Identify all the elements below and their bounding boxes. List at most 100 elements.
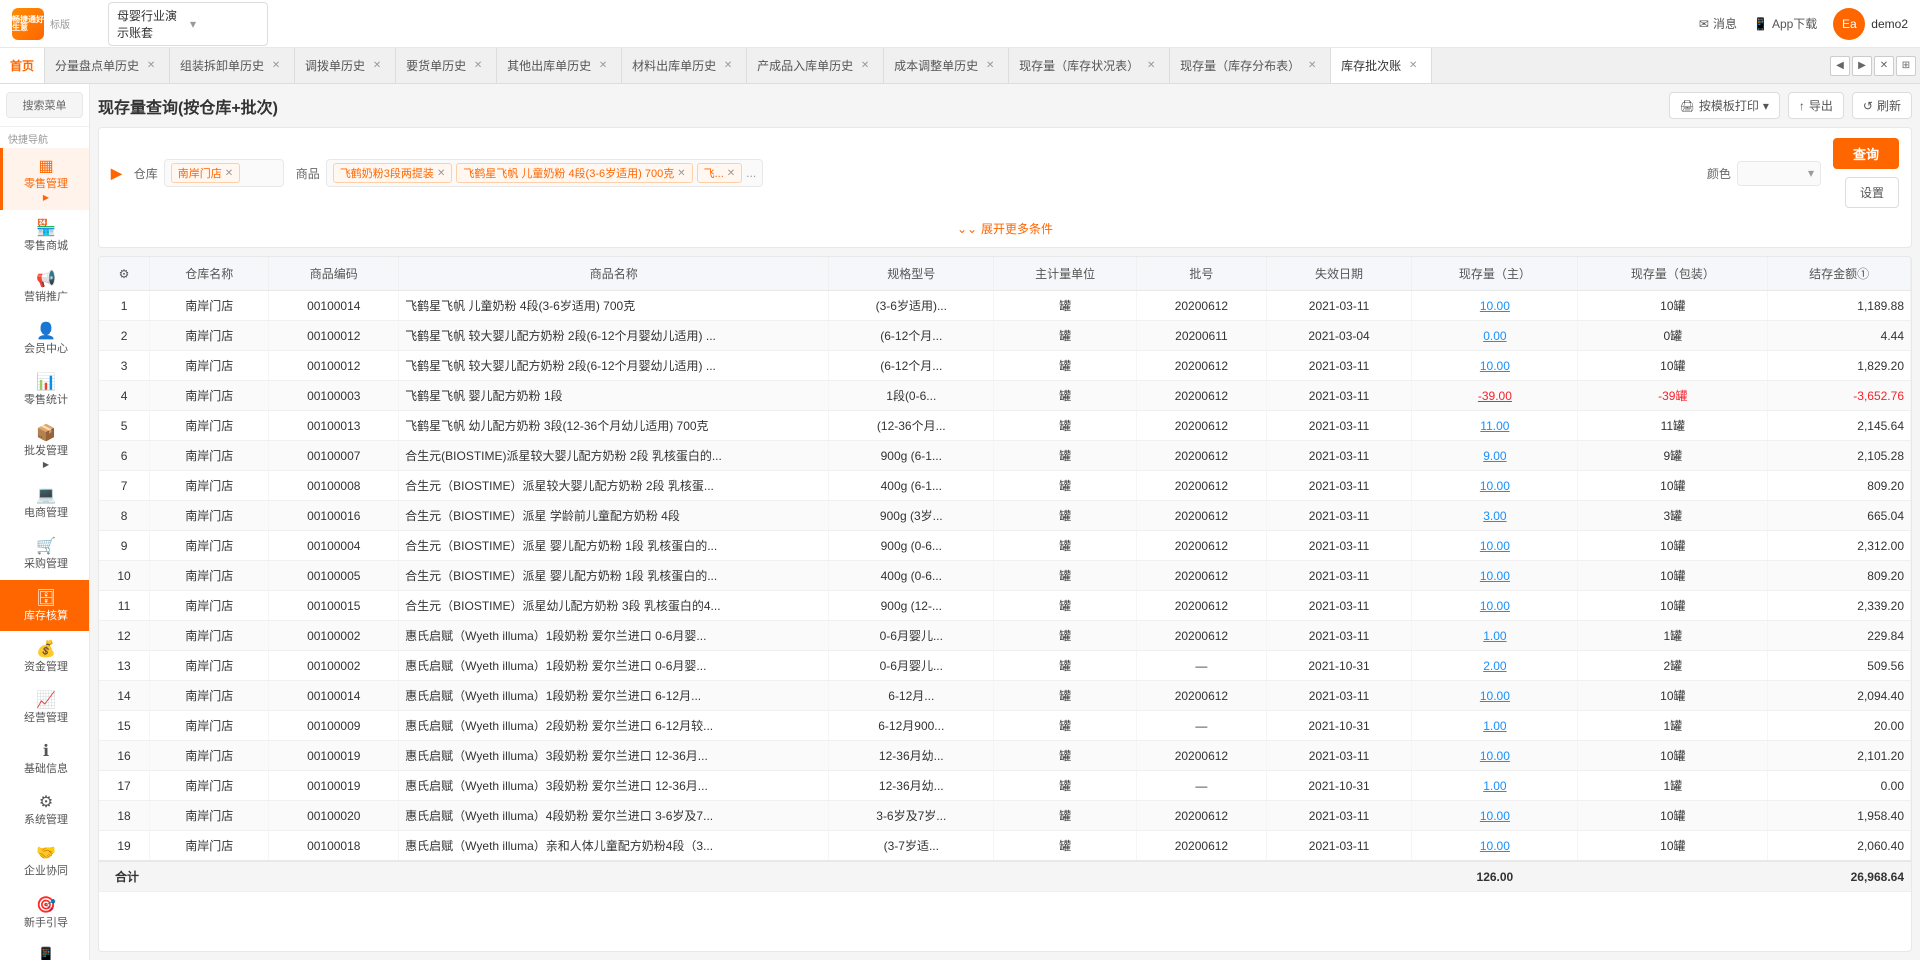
row-expire: 2021-03-11 (1266, 531, 1411, 561)
row-qty-main[interactable]: 10.00 (1412, 681, 1578, 711)
row-qty-pack: 10罐 (1578, 741, 1768, 771)
sidebar-item-system[interactable]: ⚙ 系统管理 (0, 784, 89, 835)
row-no: 18 (99, 801, 150, 831)
sidebar-item-cooperation[interactable]: 🤝 企业协同 (0, 835, 89, 886)
template-print-button[interactable]: 🖨 按模板打印 ▾ (1669, 92, 1780, 119)
tab-kupicici[interactable]: 库存批次账 ✕ (1331, 48, 1432, 84)
row-spec: (3-7岁适... (829, 831, 994, 862)
tab-chanpin-close[interactable]: ✕ (857, 58, 873, 74)
product-tag-1-close[interactable]: ✕ (437, 168, 445, 179)
row-name: 惠氏启赋（Wyeth illuma）3段奶粉 爱尔兰进口 12-36月... (399, 741, 829, 771)
row-qty-main[interactable]: 3.00 (1412, 501, 1578, 531)
sidebar-item-marketing[interactable]: 📢 营销推广 (0, 261, 89, 312)
sidebar-item-purchase[interactable]: 🛒 采购管理 (0, 528, 89, 579)
row-qty-main[interactable]: -39.00 (1412, 381, 1578, 411)
setting-button[interactable]: 设置 (1845, 177, 1899, 208)
tab-nav-more[interactable]: ⊞ (1896, 56, 1916, 76)
row-no: 6 (99, 441, 150, 471)
operations-icon: 📈 (36, 690, 56, 710)
row-qty-main[interactable]: 11.00 (1412, 411, 1578, 441)
tab-tiaopi-close[interactable]: ✕ (369, 58, 385, 74)
refresh-button[interactable]: ↺ 刷新 (1852, 92, 1912, 119)
row-qty-main[interactable]: 1.00 (1412, 771, 1578, 801)
user-area[interactable]: Ea demo2 (1833, 8, 1908, 40)
sidebar-item-retail-mgmt[interactable]: ▦ 零售管理 ▶ (0, 148, 89, 210)
row-amount: 509.56 (1768, 651, 1911, 681)
row-qty-main[interactable]: 10.00 (1412, 291, 1578, 321)
tab-yaohuo[interactable]: 要货单历史 ✕ (396, 48, 497, 84)
sidebar-item-retail-shop[interactable]: 🏪 零售商城 (0, 210, 89, 261)
tab-chanpin[interactable]: 产成品入库单历史 ✕ (747, 48, 884, 84)
tab-qita[interactable]: 其他出库单历史 ✕ (497, 48, 622, 84)
tab-home[interactable]: 首页 (0, 48, 45, 84)
row-qty-main[interactable]: 10.00 (1412, 561, 1578, 591)
row-amount: 2,094.40 (1768, 681, 1911, 711)
tab-xianzai1[interactable]: 现存量（库存状况表） ✕ (1009, 48, 1170, 84)
row-qty-main[interactable]: 0.00 (1412, 321, 1578, 351)
row-qty-main[interactable]: 2.00 (1412, 651, 1578, 681)
row-spec: 0-6月婴儿... (829, 651, 994, 681)
row-batch: 20200612 (1137, 741, 1267, 771)
tab-xianzai2[interactable]: 现存量（库存分布表） ✕ (1170, 48, 1331, 84)
tab-cailiao-close[interactable]: ✕ (720, 58, 736, 74)
tab-xianzai2-close[interactable]: ✕ (1304, 58, 1320, 74)
export-button[interactable]: ↑ 导出 (1788, 92, 1844, 119)
message-action[interactable]: ✉ 消息 (1699, 15, 1737, 32)
store-label: 母婴行业演示账套 (117, 7, 186, 41)
tab-tiaopi[interactable]: 调拨单历史 ✕ (295, 48, 396, 84)
row-qty-main[interactable]: 10.00 (1412, 351, 1578, 381)
tab-fenpan-close[interactable]: ✕ (143, 58, 159, 74)
row-qty-main[interactable]: 10.00 (1412, 801, 1578, 831)
tab-chengben-close[interactable]: ✕ (982, 58, 998, 74)
tab-cailiao[interactable]: 材料出库单历史 ✕ (622, 48, 747, 84)
search-menu-btn[interactable]: 搜索菜单 (6, 92, 83, 118)
product-more-dots[interactable]: ... (746, 166, 756, 180)
tab-kupicici-close[interactable]: ✕ (1405, 58, 1421, 74)
row-spec: 0-6月婴儿... (829, 621, 994, 651)
row-qty-main[interactable]: 10.00 (1412, 471, 1578, 501)
sidebar-item-app-center[interactable]: 📱 应用中心 (0, 938, 89, 960)
tab-xianzai1-close[interactable]: ✕ (1143, 58, 1159, 74)
color-dropdown[interactable]: ▾ (1737, 161, 1821, 186)
tab-nav-left[interactable]: ◀ (1830, 56, 1850, 76)
col-qty-pack: 现存量（包装） (1578, 257, 1768, 291)
tab-zuchai[interactable]: 组装拆卸单历史 ✕ (170, 48, 295, 84)
sidebar-item-ecommerce[interactable]: 💻 电商管理 (0, 477, 89, 528)
row-qty-main[interactable]: 10.00 (1412, 741, 1578, 771)
app-download-action[interactable]: 📱 App下载 (1753, 15, 1817, 32)
product-tag-3-close[interactable]: ✕ (727, 168, 735, 179)
sidebar-item-label-retail-mgmt: 零售管理 (24, 178, 68, 191)
row-qty-main[interactable]: 10.00 (1412, 531, 1578, 561)
sidebar-item-retail-stats[interactable]: 📊 零售统计 (0, 364, 89, 415)
row-qty-main[interactable]: 10.00 (1412, 831, 1578, 862)
tab-fenpan[interactable]: 分量盘点单历史 ✕ (45, 48, 170, 84)
row-qty-main[interactable]: 1.00 (1412, 621, 1578, 651)
row-qty-main[interactable]: 1.00 (1412, 711, 1578, 741)
query-button[interactable]: 查询 (1833, 138, 1899, 169)
sidebar-item-basics[interactable]: ℹ 基础信息 (0, 733, 89, 784)
sidebar-item-wholesale[interactable]: 📦 批发管理 ▶ (0, 415, 89, 477)
product-tag-area[interactable]: 飞鹤奶粉3段两提装 ✕ 飞鹤星飞帆 儿童奶粉 4段(3-6岁适用) 700克 ✕… (326, 159, 763, 187)
product-tag-2-close[interactable]: ✕ (677, 168, 685, 179)
table-wrapper[interactable]: ⚙ 仓库名称 商品编码 商品名称 规格型号 主计量单位 批号 失效日期 现存量（… (99, 257, 1911, 951)
sidebar-item-operations[interactable]: 📈 经营管理 (0, 682, 89, 733)
col-gear[interactable]: ⚙ (99, 257, 150, 291)
sidebar-item-label-inventory: 库存核算 (24, 610, 68, 623)
tab-yaohuo-close[interactable]: ✕ (470, 58, 486, 74)
sidebar-item-finance[interactable]: 💰 资金管理 (0, 631, 89, 682)
filter-expand-toggle[interactable]: ▶ (111, 165, 122, 182)
store-selector[interactable]: 母婴行业演示账套 ▾ (108, 2, 268, 46)
row-qty-main[interactable]: 9.00 (1412, 441, 1578, 471)
tab-zuchai-close[interactable]: ✕ (268, 58, 284, 74)
sidebar-item-guide[interactable]: 🎯 新手引导 (0, 887, 89, 938)
tab-nav-close[interactable]: ✕ (1874, 56, 1894, 76)
tab-chengben[interactable]: 成本调整单历史 ✕ (884, 48, 1009, 84)
sidebar-item-inventory[interactable]: 🗄 库存核算 (0, 580, 89, 631)
sidebar-item-member[interactable]: 👤 会员中心 (0, 313, 89, 364)
warehouse-tag-close[interactable]: ✕ (225, 168, 233, 179)
expand-conditions-btn[interactable]: ⌄⌄ 展开更多条件 (957, 220, 1053, 237)
tab-qita-close[interactable]: ✕ (595, 58, 611, 74)
warehouse-tag-area[interactable]: 南岸门店 ✕ (164, 159, 284, 187)
row-qty-main[interactable]: 10.00 (1412, 591, 1578, 621)
tab-nav-right[interactable]: ▶ (1852, 56, 1872, 76)
